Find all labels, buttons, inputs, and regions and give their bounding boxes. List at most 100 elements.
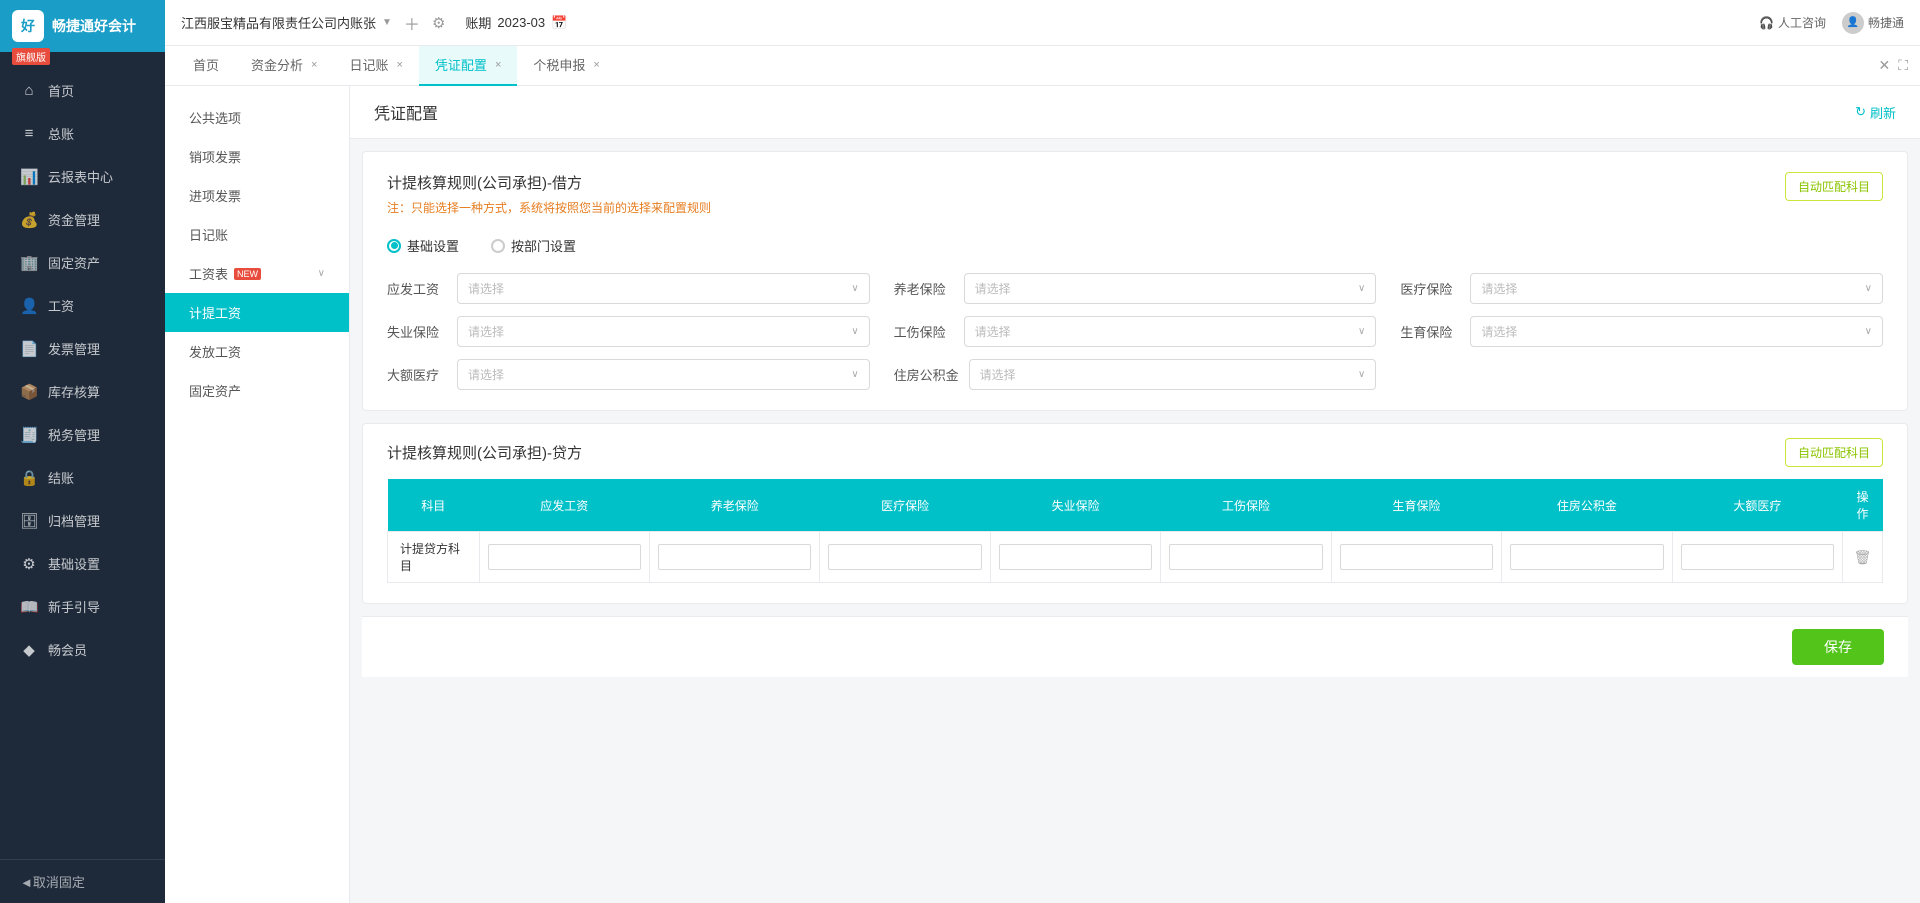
radio-dept[interactable]: 按部门设置 xyxy=(491,236,576,255)
expand-tab-button[interactable]: ⛶ xyxy=(1898,57,1908,74)
select-injury[interactable]: 请选择 ∨ xyxy=(964,316,1377,347)
select-unemployment[interactable]: 请选择 ∨ xyxy=(457,316,870,347)
input-maternity[interactable] xyxy=(1340,544,1493,570)
select-salary[interactable]: 请选择 ∨ xyxy=(457,273,870,304)
debit-section-title: 计提核算规则(公司承担)-借方 xyxy=(387,172,711,193)
input-pension[interactable] xyxy=(658,544,811,570)
input-salary[interactable] xyxy=(488,544,641,570)
sidebar-item-label: 发票管理 xyxy=(48,339,100,358)
left-nav-public[interactable]: 公共选项 xyxy=(165,98,349,137)
ledger-icon: ≡ xyxy=(20,125,38,142)
sidebar-item-ledger[interactable]: ≡ 总账 xyxy=(0,112,165,155)
tab-voucher-label: 凭证配置 xyxy=(435,55,487,74)
select-maternity[interactable]: 请选择 ∨ xyxy=(1470,316,1883,347)
input-large-medical[interactable] xyxy=(1681,544,1834,570)
left-nav-salary-table[interactable]: 工资表 NEW ∨ xyxy=(165,254,349,293)
select-injury-placeholder: 请选择 xyxy=(975,323,1011,340)
input-injury[interactable] xyxy=(1169,544,1322,570)
unpin-label: ◄取消固定 xyxy=(20,872,85,891)
sidebar-item-salary[interactable]: 👤 工资 xyxy=(0,284,165,327)
tab-diary-close[interactable]: × xyxy=(396,59,402,71)
input-unemployment[interactable] xyxy=(999,544,1152,570)
sidebar-item-settings[interactable]: ⚙ 基础设置 xyxy=(0,542,165,585)
left-nav-sales[interactable]: 销项发票 xyxy=(165,137,349,176)
close-tab-button[interactable]: ✕ xyxy=(1878,57,1890,74)
form-item-unemployment: 失业保险 请选择 ∨ xyxy=(387,316,870,347)
sidebar-item-guide[interactable]: 📖 新手引导 xyxy=(0,585,165,628)
select-pension[interactable]: 请选择 ∨ xyxy=(964,273,1377,304)
label-housing: 住房公积金 xyxy=(894,365,959,384)
main-area: 江西服宝精品有限责任公司内账张 ▼ ＋ ⚙ 账期 2023-03 📅 🎧 人工咨… xyxy=(165,0,1920,903)
sidebar-item-member[interactable]: ◆ 畅会员 xyxy=(0,628,165,671)
main-content: 凭证配置 ↻ 刷新 计提核算规则(公司承担)-借方 注：只能选择一种方式，系统将… xyxy=(350,86,1920,903)
left-nav: 公共选项 销项发票 进项发票 日记账 工资表 NEW ∨ 计提工资 发放工资 xyxy=(165,86,350,903)
logo-text-group: 畅捷通好会计 xyxy=(52,18,136,35)
sidebar-item-funds[interactable]: 💰 资金管理 xyxy=(0,198,165,241)
select-medical-placeholder: 请选择 xyxy=(1481,280,1517,297)
left-nav-calc-salary[interactable]: 计提工资 xyxy=(165,293,349,332)
radio-basic[interactable]: 基础设置 xyxy=(387,236,459,255)
topbar: 江西服宝精品有限责任公司内账张 ▼ ＋ ⚙ 账期 2023-03 📅 🎧 人工咨… xyxy=(165,0,1920,46)
unpin-button[interactable]: ◄取消固定 xyxy=(0,859,165,903)
tabs-bar: 首页 资金分析 × 日记账 × 凭证配置 × 个税申报 × ✕ ⛶ xyxy=(165,46,1920,86)
col-large-medical: 大额医疗 xyxy=(1672,479,1842,532)
tab-funds[interactable]: 资金分析 × xyxy=(235,46,333,86)
sidebar-item-fixed[interactable]: 🏢 固定资产 xyxy=(0,241,165,284)
input-medical[interactable] xyxy=(828,544,981,570)
left-nav-diary[interactable]: 日记账 xyxy=(165,215,349,254)
credit-auto-match-button[interactable]: 自动匹配科目 xyxy=(1785,438,1883,467)
settings-button[interactable]: ⚙ xyxy=(432,14,445,32)
left-nav-salary-table-label: 工资表 xyxy=(189,264,228,283)
company-name: 江西服宝精品有限责任公司内账张 xyxy=(181,13,376,32)
tab-tax-close[interactable]: × xyxy=(593,59,599,71)
cell-maternity xyxy=(1331,532,1501,583)
sidebar-logo: 好 畅捷通好会计 xyxy=(0,0,165,52)
select-housing[interactable]: 请选择 ∨ xyxy=(969,359,1377,390)
period-selector[interactable]: 账期 2023-03 📅 xyxy=(465,13,567,32)
sidebar-item-tax[interactable]: 🧾 税务管理 xyxy=(0,413,165,456)
company-selector[interactable]: 江西服宝精品有限责任公司内账张 ▼ xyxy=(181,13,392,32)
left-nav-diary-label: 日记账 xyxy=(189,225,228,244)
label-maternity: 生育保险 xyxy=(1400,322,1460,341)
tab-diary[interactable]: 日记账 × xyxy=(333,46,418,86)
sidebar-item-label: 畅会员 xyxy=(48,640,87,659)
debit-auto-match-button[interactable]: 自动匹配科目 xyxy=(1785,172,1883,201)
fixed-icon: 🏢 xyxy=(20,254,38,272)
support-button[interactable]: 🎧 人工咨询 xyxy=(1759,14,1826,31)
tab-voucher-close[interactable]: × xyxy=(495,59,501,71)
save-button[interactable]: 保存 xyxy=(1792,629,1884,665)
tab-funds-close[interactable]: × xyxy=(311,59,317,71)
select-large-medical[interactable]: 请选择 ∨ xyxy=(457,359,870,390)
select-medical[interactable]: 请选择 ∨ xyxy=(1470,273,1883,304)
tab-tax[interactable]: 个税申报 × xyxy=(517,46,615,86)
col-subject: 科目 xyxy=(388,479,480,532)
sidebar-item-home[interactable]: ⌂ 首页 xyxy=(0,69,165,112)
left-nav-fixed-assets[interactable]: 固定资产 xyxy=(165,371,349,410)
support-label: 人工咨询 xyxy=(1778,14,1826,31)
left-nav-purchase[interactable]: 进项发票 xyxy=(165,176,349,215)
sidebar-item-archive[interactable]: 🗄 归档管理 xyxy=(0,499,165,542)
left-nav-pay-salary[interactable]: 发放工资 xyxy=(165,332,349,371)
add-company-button[interactable]: ＋ xyxy=(404,11,420,35)
sidebar-item-reports[interactable]: 📊 云报表中心 xyxy=(0,155,165,198)
col-salary: 应发工资 xyxy=(479,479,649,532)
tab-voucher[interactable]: 凭证配置 × xyxy=(419,46,517,86)
chevron-down-icon: ∨ xyxy=(1865,283,1872,294)
sidebar-item-invoice[interactable]: 📄 发票管理 xyxy=(0,327,165,370)
col-action: 操作 xyxy=(1843,479,1883,532)
input-housing[interactable] xyxy=(1510,544,1663,570)
refresh-button[interactable]: ↻ 刷新 xyxy=(1855,103,1896,122)
left-nav-pay-salary-label: 发放工资 xyxy=(189,342,241,361)
page-title: 凭证配置 xyxy=(374,100,438,124)
tab-home[interactable]: 首页 xyxy=(177,46,235,86)
radio-dept-circle xyxy=(491,239,505,253)
sidebar-item-label: 固定资产 xyxy=(48,253,100,272)
credit-table: 科目 应发工资 养老保险 医疗保险 失业保险 工伤保险 生育保险 住房公积金 大… xyxy=(387,479,1883,583)
chevron-down-icon: ∨ xyxy=(851,283,858,294)
tax-icon: 🧾 xyxy=(20,426,38,444)
delete-row-button[interactable]: 🗑 xyxy=(1854,549,1872,565)
user-menu[interactable]: 👤 畅捷通 xyxy=(1842,12,1904,34)
sidebar-item-close[interactable]: 🔒 结账 xyxy=(0,456,165,499)
sidebar-item-inventory[interactable]: 📦 库存核算 xyxy=(0,370,165,413)
chevron-down-icon: ∨ xyxy=(1358,326,1365,337)
